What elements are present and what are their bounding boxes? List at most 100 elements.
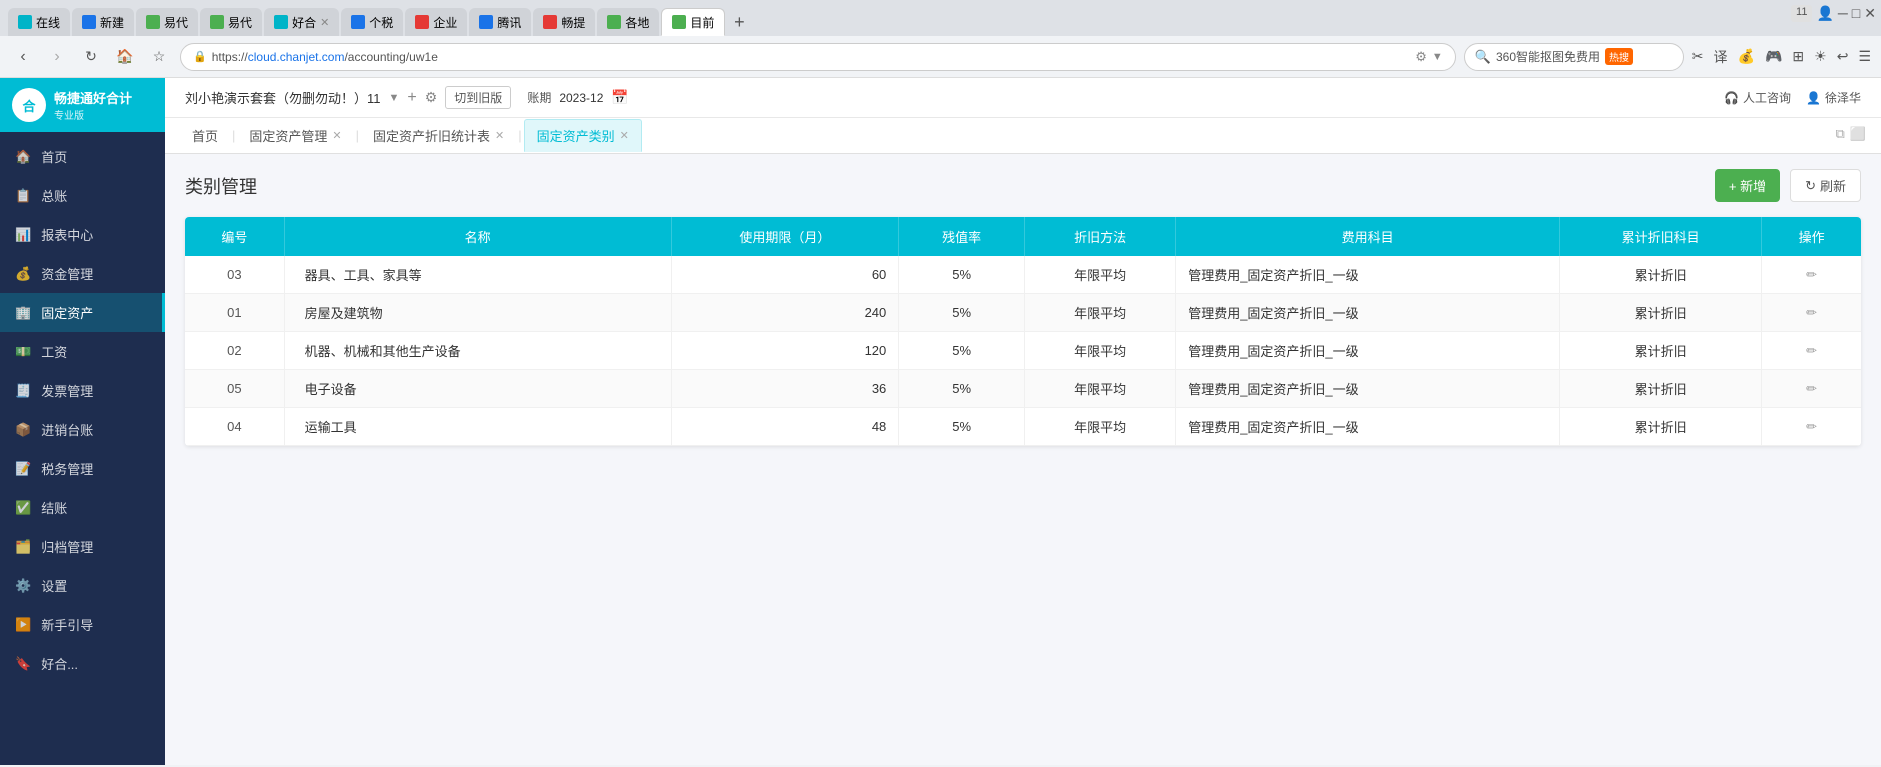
search-icon: 🔍 [1475,49,1491,65]
old-version-button[interactable]: 切到旧版 [445,86,511,109]
tab-category[interactable]: 固定资产类别 ✕ [524,119,642,152]
minimize-icon[interactable]: ─ [1838,5,1848,22]
payroll-icon: 💵 [15,344,31,360]
game-icon[interactable]: 🎮 [1765,48,1782,65]
wallet-icon[interactable]: 💰 [1738,48,1755,65]
support-button[interactable]: 🎧 人工咨询 [1724,89,1791,106]
cell-action[interactable]: ✏ [1762,332,1861,370]
settings-icon: ⚙️ [15,578,31,594]
forward-button[interactable]: › [44,44,70,70]
expand-icon[interactable]: ⬜ [1850,126,1866,142]
browser-tab-gedi[interactable]: 各地 [597,8,659,36]
sidebar-item-archive[interactable]: 🗂️ 归档管理 [0,527,165,566]
col-header-residual: 残值率 [899,217,1025,256]
col-header-accumulated: 累计折旧科目 [1559,217,1761,256]
reload-button[interactable]: ↻ [78,44,104,70]
sidebar-item-guide[interactable]: ▶️ 新手引导 [0,605,165,644]
tab-asset-mgmt[interactable]: 固定资产管理 ✕ [237,120,353,151]
reports-icon: 📊 [15,227,31,243]
sidebar-item-ledger[interactable]: 📋 总账 [0,176,165,215]
sidebar-item-purchase-sales[interactable]: 📦 进销台账 [0,410,165,449]
browser-tab-qiye[interactable]: 企业 [405,8,467,36]
close-icon[interactable]: ✕ [320,16,329,29]
cell-action[interactable]: ✏ [1762,294,1861,332]
cell-name: 运输工具 [284,408,671,446]
app-container: 合 畅捷通好合计 专业版 🏠 首页 📋 总账 📊 报表中心 💰 资金 [0,78,1881,765]
sidebar-menu: 🏠 首页 📋 总账 📊 报表中心 💰 资金管理 🏢 固定资产 💵 [0,132,165,765]
brightness-icon[interactable]: ☀ [1814,48,1827,65]
user-profile[interactable]: 👤 徐泽华 [1806,89,1861,106]
sidebar-item-settings[interactable]: ⚙️ 设置 [0,566,165,605]
site-settings-icon[interactable]: ⚙ [1415,49,1427,65]
sidebar-item-fixed-assets[interactable]: 🏢 固定资产 [0,293,165,332]
calendar-icon[interactable]: 📅 [611,89,628,106]
sidebar-item-checkout[interactable]: ✅ 结账 [0,488,165,527]
sidebar-item-tax[interactable]: 📝 税务管理 [0,449,165,488]
browser-tab-zaixian[interactable]: 在线 [8,8,70,36]
fixed-assets-icon: 🏢 [15,305,31,321]
cell-residual: 5% [899,370,1025,408]
close-icon[interactable]: ✕ [495,129,504,142]
user-avatar-icon: 👤 [1806,91,1821,105]
cell-expense: 管理费用_固定资产折旧_一级 [1176,332,1560,370]
header-actions: + 新增 ↻ 刷新 [1715,169,1861,202]
restore-icon[interactable]: ⧉ [1836,126,1845,142]
tab-depreciation[interactable]: 固定资产折旧统计表 ✕ [361,120,516,151]
browser-tab-mubiao[interactable]: 目前 [661,8,725,36]
close-icon[interactable]: ✕ [332,129,341,142]
address-bar-row: ‹ › ↻ 🏠 ☆ 🔒 https://cloud.chanjet.com/ac… [0,36,1881,78]
new-tab-button[interactable]: + [727,10,751,34]
cell-residual: 5% [899,256,1025,294]
tab-divider: | [356,128,359,143]
grid-icon[interactable]: ⊞ [1792,48,1804,65]
close-icon[interactable]: ✕ [620,129,629,142]
sidebar-logo: 合 畅捷通好合计 专业版 [0,78,165,132]
username: 徐泽华 [1825,89,1861,106]
cell-name: 机器、机械和其他生产设备 [284,332,671,370]
address-bar[interactable]: 🔒 https://cloud.chanjet.com/accounting/u… [180,43,1456,71]
dropdown-arrow-icon[interactable]: ▼ [389,92,400,104]
close-window-icon[interactable]: ✕ [1864,5,1876,22]
translate-icon[interactable]: 译 [1714,47,1728,67]
section-header: 类别管理 + 新增 ↻ 刷新 [185,169,1861,202]
sidebar-item-more[interactable]: 🔖 好合... [0,644,165,683]
tab-divider: | [518,128,521,143]
sidebar-item-payroll[interactable]: 💵 工资 [0,332,165,371]
browser-tab-haohe[interactable]: 好合 ✕ [264,8,339,36]
search-box[interactable]: 🔍 360智能抠图免费用 热搜 [1464,43,1684,71]
add-company-icon[interactable]: + [407,89,416,107]
refresh-button[interactable]: ↻ 刷新 [1790,169,1861,202]
hot-badge: 热搜 [1605,48,1633,65]
maximize-icon[interactable]: □ [1852,5,1860,22]
window-controls: 11 👤 ─ □ ✕ [1791,5,1876,22]
sidebar-item-invoice[interactable]: 🧾 发票管理 [0,371,165,410]
cell-action[interactable]: ✏ [1762,408,1861,446]
scissors-icon[interactable]: ✂ [1692,48,1704,65]
main-content: 刘小艳演示套套（勿删勿动！）11 ▼ + ⚙ 切到旧版 账期 2023-12 📅… [165,78,1881,765]
profile-icon[interactable]: 👤 [1816,5,1833,22]
add-button[interactable]: + 新增 [1715,169,1780,202]
tab-label: 目前 [690,14,714,31]
table-row: 03 器具、工具、家具等 60 5% 年限平均 管理费用_固定资产折旧_一级 累… [185,256,1861,294]
home-button[interactable]: 🏠 [112,44,138,70]
undo-icon[interactable]: ↩ [1837,48,1849,65]
back-button[interactable]: ‹ [10,44,36,70]
browser-tab-yidai2[interactable]: 易代 [200,8,262,36]
tab-home[interactable]: 首页 [180,120,230,151]
cell-action[interactable]: ✏ [1762,256,1861,294]
bookmark-button[interactable]: ☆ [146,44,172,70]
cell-action[interactable]: ✏ [1762,370,1861,408]
browser-tab-geshui[interactable]: 个税 [341,8,403,36]
settings-gear-icon[interactable]: ⚙ [425,89,438,106]
sidebar-item-reports[interactable]: 📊 报表中心 [0,215,165,254]
browser-tab-tengxun[interactable]: 腾讯 [469,8,531,36]
table-row: 04 运输工具 48 5% 年限平均 管理费用_固定资产折旧_一级 累计折旧 ✏ [185,408,1861,446]
cell-period: 120 [671,332,899,370]
browser-tab-yidai1[interactable]: 易代 [136,8,198,36]
browser-tab-changtui[interactable]: 畅提 [533,8,595,36]
browser-tab-xinjian[interactable]: 新建 [72,8,134,36]
sidebar-item-home[interactable]: 🏠 首页 [0,137,165,176]
dropdown-arrow-icon[interactable]: ▼ [1432,51,1443,63]
sidebar-item-funds[interactable]: 💰 资金管理 [0,254,165,293]
menu-icon[interactable]: ☰ [1858,48,1871,65]
